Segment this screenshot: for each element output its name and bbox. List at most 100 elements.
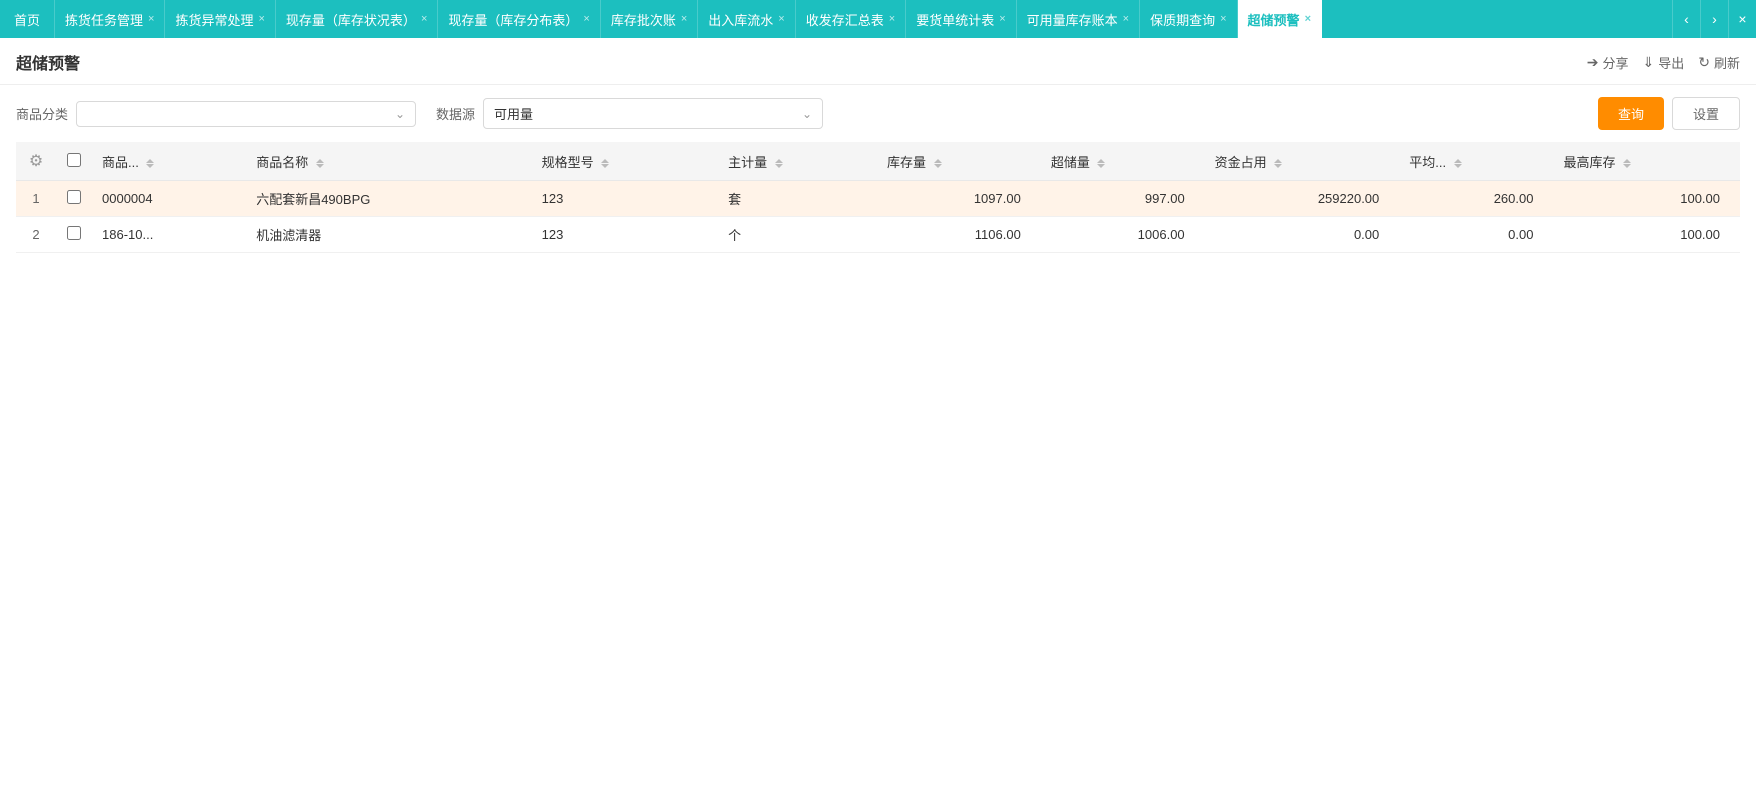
top-nav: 首页 拣货任务管理×拣货异常处理×现存量（库存状况表）×现存量（库存分布表）×库… — [0, 0, 1756, 38]
share-label: 分享 — [1602, 53, 1628, 72]
tab-close-btn[interactable]: × — [999, 13, 1005, 25]
col-code[interactable]: 商品... — [92, 142, 246, 181]
col-unit[interactable]: 主计量 — [718, 142, 877, 181]
row-code: 0000004 — [92, 181, 246, 217]
col-name-sort — [316, 159, 324, 168]
tab-close-btn[interactable]: × — [681, 13, 687, 25]
header-actions: ➔ 分享 ⇓ 导出 ↻ 刷新 — [1587, 53, 1740, 72]
col-max-stock-label: 最高库存 — [1563, 155, 1615, 170]
tab-close-btn[interactable]: × — [1220, 13, 1226, 25]
nav-home[interactable]: 首页 — [0, 0, 55, 38]
nav-tab[interactable]: 保质期查询× — [1140, 0, 1237, 38]
export-action[interactable]: ⇓ 导出 — [1643, 53, 1685, 72]
row-avg: 0.00 — [1399, 217, 1553, 253]
tab-close-btn[interactable]: × — [421, 13, 427, 25]
nav-next-arrow[interactable]: › — [1700, 0, 1728, 38]
row-num: 2 — [16, 217, 56, 253]
row-max-stock: 100.00 — [1553, 181, 1740, 217]
col-name[interactable]: 商品名称 — [246, 142, 531, 181]
row-name: 六配套新昌490BPG — [246, 181, 531, 217]
export-icon: ⇓ — [1643, 54, 1655, 71]
tab-close-btn[interactable]: × — [258, 13, 264, 25]
nav-prev-arrow[interactable]: ‹ — [1672, 0, 1700, 38]
export-label: 导出 — [1658, 53, 1684, 72]
row-overstock: 997.00 — [1041, 181, 1205, 217]
nav-tab[interactable]: 超储预警× — [1238, 0, 1322, 38]
nav-tab[interactable]: 库存批次账× — [601, 0, 698, 38]
category-dropdown-icon: ⌄ — [395, 107, 405, 121]
refresh-action[interactable]: ↻ 刷新 — [1698, 53, 1740, 72]
col-capital-sort — [1274, 159, 1282, 168]
row-checkbox[interactable] — [67, 226, 81, 240]
col-code-sort — [146, 159, 154, 168]
col-code-label: 商品... — [102, 155, 139, 170]
row-checkbox[interactable] — [67, 190, 81, 204]
table-container: ⚙ 商品... 商品名称 规格型号 主计量 — [0, 142, 1756, 253]
nav-tab[interactable]: 拣货任务管理× — [55, 0, 165, 38]
row-capital: 0.00 — [1205, 217, 1400, 253]
col-avg[interactable]: 平均... — [1399, 142, 1553, 181]
row-spec: 123 — [532, 217, 718, 253]
nav-tab[interactable]: 拣货异常处理× — [165, 0, 275, 38]
row-max-stock: 100.00 — [1553, 217, 1740, 253]
datasource-dropdown-icon: ⌄ — [802, 107, 812, 121]
col-stock[interactable]: 库存量 — [877, 142, 1041, 181]
row-unit: 个 — [718, 217, 877, 253]
col-max-stock-sort — [1623, 159, 1631, 168]
share-action[interactable]: ➔ 分享 — [1587, 53, 1629, 72]
tab-close-btn[interactable]: × — [778, 13, 784, 25]
select-all-checkbox[interactable] — [67, 153, 81, 167]
table-row: 1 0000004 六配套新昌490BPG 123 套 1097.00 997.… — [16, 181, 1740, 217]
tab-close-btn[interactable]: × — [148, 13, 154, 25]
table-header-row: ⚙ 商品... 商品名称 规格型号 主计量 — [16, 142, 1740, 181]
select-all-cell — [56, 142, 92, 181]
row-unit: 套 — [718, 181, 877, 217]
category-label: 商品分类 — [16, 104, 68, 123]
settings-button[interactable]: 设置 — [1672, 97, 1740, 130]
col-spec[interactable]: 规格型号 — [532, 142, 718, 181]
tab-close-btn[interactable]: × — [1123, 13, 1129, 25]
nav-tab[interactable]: 要货单统计表× — [906, 0, 1016, 38]
page-title: 超储预警 — [16, 50, 80, 74]
row-num: 1 — [16, 181, 56, 217]
nav-tab[interactable]: 出入库流水× — [698, 0, 795, 38]
nav-close-all[interactable]: × — [1728, 0, 1756, 38]
nav-tab[interactable]: 收发存汇总表× — [796, 0, 906, 38]
col-overstock-sort — [1097, 159, 1105, 168]
col-spec-sort — [601, 159, 609, 168]
table-row: 2 186-10... 机油滤清器 123 个 1106.00 1006.00 … — [16, 217, 1740, 253]
row-code: 186-10... — [92, 217, 246, 253]
datasource-label: 数据源 — [436, 104, 475, 123]
col-overstock-label: 超储量 — [1051, 155, 1090, 170]
tab-close-btn[interactable]: × — [889, 13, 895, 25]
col-unit-label: 主计量 — [728, 155, 767, 170]
page-header: 超储预警 ➔ 分享 ⇓ 导出 ↻ 刷新 — [0, 38, 1756, 85]
row-checkbox-cell — [56, 217, 92, 253]
row-spec: 123 — [532, 181, 718, 217]
row-stock: 1097.00 — [877, 181, 1041, 217]
col-capital-label: 资金占用 — [1215, 155, 1267, 170]
tab-close-btn[interactable]: × — [583, 13, 589, 25]
query-button[interactable]: 查询 — [1598, 97, 1664, 130]
row-stock: 1106.00 — [877, 217, 1041, 253]
col-spec-label: 规格型号 — [542, 155, 594, 170]
nav-tab[interactable]: 现存量（库存状况表）× — [276, 0, 438, 38]
refresh-label: 刷新 — [1714, 53, 1740, 72]
row-checkbox-cell — [56, 181, 92, 217]
category-filter: 商品分类 ⌄ — [16, 101, 416, 127]
col-max-stock[interactable]: 最高库存 — [1553, 142, 1740, 181]
share-icon: ➔ — [1587, 54, 1599, 71]
col-overstock[interactable]: 超储量 — [1041, 142, 1205, 181]
nav-tab[interactable]: 现存量（库存分布表）× — [438, 0, 600, 38]
column-settings-icon[interactable]: ⚙ — [29, 151, 43, 171]
category-select[interactable]: ⌄ — [76, 101, 416, 127]
row-overstock: 1006.00 — [1041, 217, 1205, 253]
tab-close-btn[interactable]: × — [1305, 13, 1311, 25]
nav-arrows: ‹ › × — [1672, 0, 1756, 38]
main-table: ⚙ 商品... 商品名称 规格型号 主计量 — [16, 142, 1740, 253]
col-unit-sort — [775, 159, 783, 168]
nav-tab[interactable]: 可用量库存账本× — [1017, 0, 1140, 38]
col-capital[interactable]: 资金占用 — [1205, 142, 1400, 181]
datasource-filter: 数据源 可用量 ⌄ — [436, 98, 823, 129]
datasource-select[interactable]: 可用量 ⌄ — [483, 98, 823, 129]
